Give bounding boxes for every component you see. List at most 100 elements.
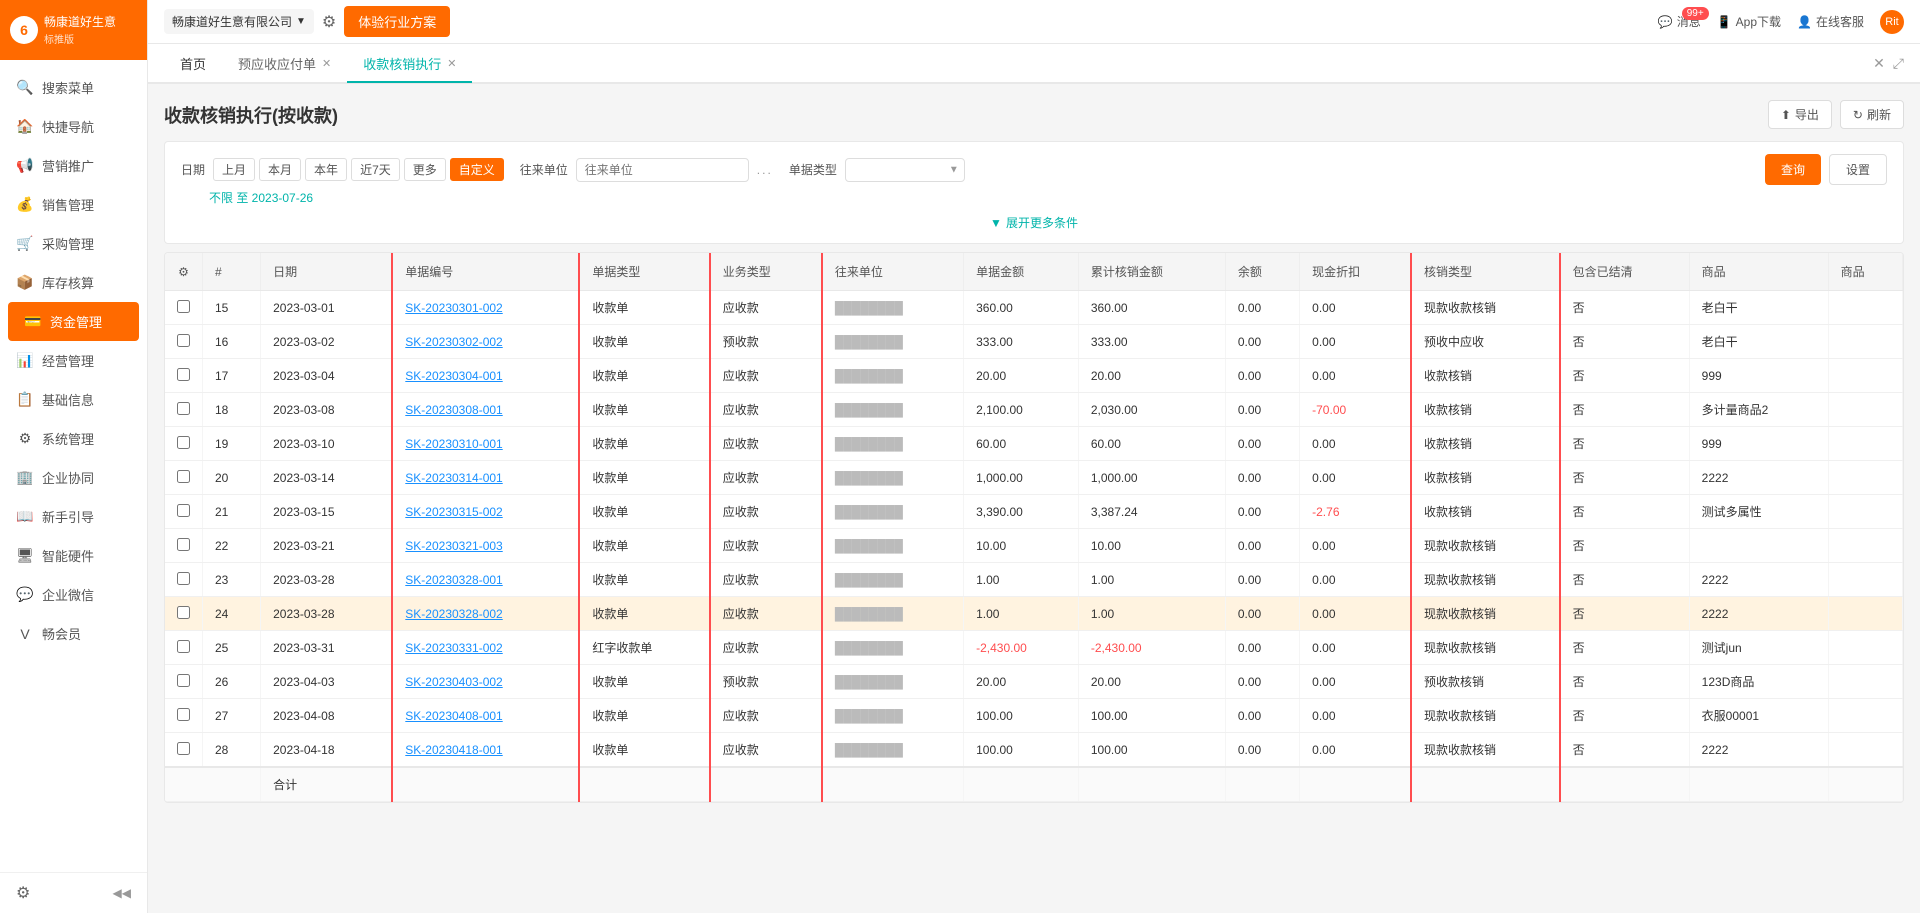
row-checkbox[interactable] — [177, 470, 190, 483]
row-checkbox[interactable] — [177, 334, 190, 347]
query-button[interactable]: 查询 — [1765, 154, 1821, 185]
cell-checkbox[interactable] — [165, 495, 203, 529]
sidebar-item-operations[interactable]: 📊 经营管理 — [0, 341, 147, 380]
row-checkbox[interactable] — [177, 300, 190, 313]
row-checkbox[interactable] — [177, 742, 190, 755]
cell-checkbox[interactable] — [165, 733, 203, 768]
cell-biz-type: 应收款 — [710, 461, 822, 495]
doc-no-link[interactable]: SK-20230308-001 — [405, 403, 502, 417]
sidebar-item-purchase[interactable]: 🛒 采购管理 — [0, 224, 147, 263]
refresh-button[interactable]: ↻ 刷新 — [1840, 100, 1904, 129]
tab-close-all-icon[interactable]: ✕ — [1873, 55, 1885, 72]
cell-checkbox[interactable] — [165, 461, 203, 495]
cell-doc-amount: 60.00 — [964, 427, 1079, 461]
cell-checkbox[interactable] — [165, 529, 203, 563]
doc-type-select[interactable]: 收款单 红字收款单 — [845, 158, 965, 182]
cell-checkbox[interactable] — [165, 631, 203, 665]
sidebar-item-search[interactable]: 🔍 搜索菜单 — [0, 68, 147, 107]
cell-doc-no: SK-20230328-002 — [392, 597, 579, 631]
cell-checkbox[interactable] — [165, 393, 203, 427]
row-checkbox[interactable] — [177, 504, 190, 517]
date-btn-custom[interactable]: 自定义 — [450, 158, 504, 181]
company-dropdown[interactable]: 畅康道好生意有限公司 ▼ — [164, 9, 314, 34]
sidebar-item-finance[interactable]: 💳 资金管理 — [8, 302, 139, 341]
date-btn-7days[interactable]: 近7天 — [351, 158, 400, 181]
sidebar-item-system[interactable]: ⚙ 系统管理 — [0, 419, 147, 458]
cell-checkbox[interactable] — [165, 597, 203, 631]
settings-button[interactable]: 设置 — [1829, 154, 1887, 185]
sidebar-item-label: 智能硬件 — [42, 546, 94, 565]
sidebar-item-inventory[interactable]: 📦 库存核算 — [0, 263, 147, 302]
message-button[interactable]: 💬 消息 99+ — [1658, 13, 1701, 30]
partner-input[interactable] — [576, 158, 749, 182]
sidebar-item-quick-nav[interactable]: 🏠 快捷导航 — [0, 107, 147, 146]
date-btn-this-year[interactable]: 本年 — [305, 158, 347, 181]
doc-no-link[interactable]: SK-20230314-001 — [405, 471, 502, 485]
table-row: 26 2023-04-03 SK-20230403-002 收款单 预收款 ██… — [165, 665, 1903, 699]
cell-product2 — [1828, 733, 1902, 768]
sidebar-item-wechat[interactable]: 💬 企业微信 — [0, 575, 147, 614]
row-checkbox[interactable] — [177, 708, 190, 721]
cell-checkbox[interactable] — [165, 665, 203, 699]
export-button[interactable]: ⬆ 导出 — [1768, 100, 1832, 129]
date-btn-this-month[interactable]: 本月 — [259, 158, 301, 181]
tab-maximize-icon[interactable]: ⤢ — [1893, 55, 1904, 72]
doc-no-link[interactable]: SK-20230310-001 — [405, 437, 502, 451]
doc-no-link[interactable]: SK-20230403-002 — [405, 675, 502, 689]
cell-checkbox[interactable] — [165, 427, 203, 461]
doc-no-link[interactable]: SK-20230328-002 — [405, 607, 502, 621]
sidebar-item-marketing[interactable]: 📢 营销推广 — [0, 146, 147, 185]
doc-no-link[interactable]: SK-20230302-002 — [405, 335, 502, 349]
doc-no-link[interactable]: SK-20230331-002 — [405, 641, 502, 655]
sidebar-item-guide[interactable]: 📖 新手引导 — [0, 497, 147, 536]
tab-collection[interactable]: 收款核销执行 ✕ — [347, 46, 472, 83]
doc-no-link[interactable]: SK-20230315-002 — [405, 505, 502, 519]
cell-balance: 0.00 — [1225, 359, 1299, 393]
expand-conditions-button[interactable]: ▼ 展开更多条件 — [990, 214, 1078, 231]
cell-balance: 0.00 — [1225, 461, 1299, 495]
row-checkbox[interactable] — [177, 572, 190, 585]
online-service-button[interactable]: 👤 在线客服 — [1797, 13, 1864, 30]
doc-no-link[interactable]: SK-20230301-002 — [405, 301, 502, 315]
cell-checkbox[interactable] — [165, 325, 203, 359]
doc-no-link[interactable]: SK-20230328-001 — [405, 573, 502, 587]
tab-payable-close-icon[interactable]: ✕ — [322, 57, 331, 70]
cell-write-off-type: 现款收款核销 — [1411, 699, 1560, 733]
date-btn-more[interactable]: 更多 — [404, 158, 446, 181]
cell-checkbox[interactable] — [165, 291, 203, 325]
app-download-button[interactable]: 📱 App下载 — [1717, 13, 1781, 30]
date-btn-last-month[interactable]: 上月 — [213, 158, 255, 181]
sidebar-item-basic[interactable]: 📋 基础信息 — [0, 380, 147, 419]
row-checkbox[interactable] — [177, 402, 190, 415]
doc-no-link[interactable]: SK-20230408-001 — [405, 709, 502, 723]
settings-bottom-icon[interactable]: ⚙ — [16, 883, 30, 903]
row-checkbox[interactable] — [177, 640, 190, 653]
cell-checkbox[interactable] — [165, 359, 203, 393]
cell-cumulative: 20.00 — [1078, 665, 1225, 699]
th-settings[interactable]: ⚙ — [165, 253, 203, 291]
cell-checkbox[interactable] — [165, 563, 203, 597]
cell-include-settled: 否 — [1560, 291, 1690, 325]
doc-no-link[interactable]: SK-20230418-001 — [405, 743, 502, 757]
cell-checkbox[interactable] — [165, 699, 203, 733]
industry-solution-button[interactable]: 体验行业方案 — [344, 6, 450, 37]
row-checkbox[interactable] — [177, 538, 190, 551]
cell-doc-no: SK-20230308-001 — [392, 393, 579, 427]
doc-no-link[interactable]: SK-20230304-001 — [405, 369, 502, 383]
doc-no-link[interactable]: SK-20230321-003 — [405, 539, 502, 553]
row-checkbox[interactable] — [177, 368, 190, 381]
row-checkbox[interactable] — [177, 436, 190, 449]
sidebar-item-sales[interactable]: 💰 销售管理 — [0, 185, 147, 224]
tab-collection-close-icon[interactable]: ✕ — [447, 57, 456, 70]
tab-payable[interactable]: 预应收应付单 ✕ — [222, 46, 347, 83]
sidebar-item-enterprise[interactable]: 🏢 企业协同 — [0, 458, 147, 497]
row-checkbox[interactable] — [177, 674, 190, 687]
topbar-gear-icon[interactable]: ⚙ — [322, 12, 336, 32]
sidebar-item-member[interactable]: V 畅会员 — [0, 614, 147, 653]
collapse-icon[interactable]: ◀◀ — [113, 886, 131, 900]
user-avatar[interactable]: Rit — [1880, 10, 1904, 34]
sidebar-item-hardware[interactable]: 🖥 智能硬件 — [0, 536, 147, 575]
tab-home[interactable]: 首页 — [164, 46, 222, 83]
row-checkbox[interactable] — [177, 606, 190, 619]
cell-balance: 0.00 — [1225, 325, 1299, 359]
